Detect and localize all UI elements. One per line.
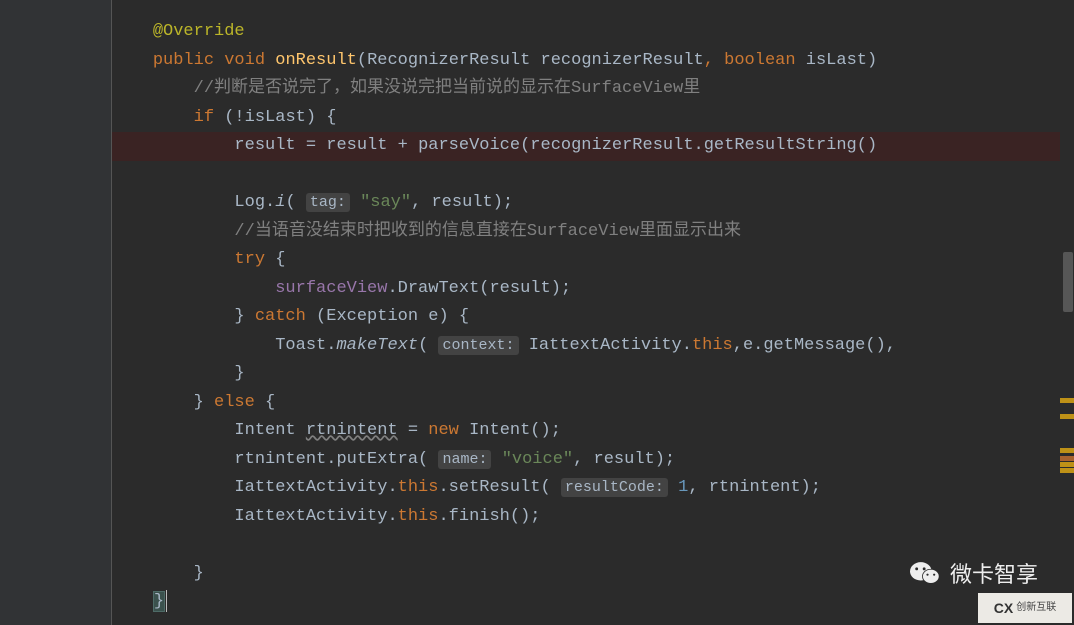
keyword-public: public — [153, 51, 214, 70]
watermark-text: 微卡智享 — [950, 557, 1038, 589]
code-editor[interactable]: @Override public void onResult(Recognize… — [0, 0, 1074, 625]
scroll-thumb[interactable] — [1063, 252, 1073, 312]
matching-brace: } — [153, 591, 165, 612]
param-name: isLast — [806, 51, 867, 70]
string-literal: "say" — [360, 193, 411, 212]
comment: //判断是否说完了，如果没说完把当前说的显示在SurfaceView里 — [194, 79, 701, 98]
wechat-watermark: 微卡智享 — [910, 557, 1038, 589]
warning-marker[interactable] — [1060, 414, 1074, 419]
warning-marker[interactable] — [1060, 448, 1074, 453]
keyword-this: this — [692, 336, 733, 355]
field-surfaceview: surfaceView — [275, 279, 387, 298]
string-literal: "voice" — [502, 450, 573, 469]
gutter — [0, 0, 112, 625]
keyword-else: else — [214, 393, 255, 412]
code-line: Log.i( tag: "say", result); — [112, 189, 1074, 218]
keyword-if: if — [194, 108, 214, 127]
static-method: makeText — [336, 336, 418, 355]
keyword-try: try — [234, 250, 265, 269]
param-hint-tag: tag: — [306, 193, 350, 212]
code-line: try { — [112, 246, 1074, 275]
condition: (!isLast) { — [224, 108, 336, 127]
variable: result — [326, 136, 387, 155]
method-name: onResult — [275, 51, 357, 70]
annotation-override: @Override — [153, 22, 245, 41]
param-hint-name: name: — [438, 450, 491, 469]
code-line: public void onResult(RecognizerResult re… — [112, 47, 1074, 76]
variable: result — [234, 136, 295, 155]
code-line-cursor: } — [112, 588, 1074, 617]
code-line-empty — [112, 531, 1074, 560]
highlighted-code-line: result = result + parseVoice(recognizerR… — [112, 132, 1074, 161]
variable-rtnintent: rtnintent — [306, 421, 398, 440]
code-line: rtnintent.putExtra( name: "voice", resul… — [112, 446, 1074, 475]
corner-brand-logo: CX 创新互联 — [978, 593, 1072, 623]
keyword-void: void — [224, 51, 265, 70]
param-hint-resultcode: resultCode: — [561, 478, 668, 497]
code-line: surfaceView.DrawText(result); — [112, 275, 1074, 304]
type-intent: Intent — [234, 421, 305, 440]
param-name: recognizerResult — [541, 51, 704, 70]
code-area[interactable]: @Override public void onResult(Recognize… — [112, 0, 1074, 625]
warning-marker[interactable] — [1060, 456, 1074, 461]
keyword-catch: catch — [255, 307, 306, 326]
wechat-icon — [910, 560, 940, 586]
code-line: Toast.makeText( context: IattextActivity… — [112, 332, 1074, 361]
log-method: i — [275, 193, 285, 212]
warning-marker[interactable] — [1060, 398, 1074, 403]
number-literal: 1 — [678, 478, 688, 497]
warning-marker[interactable] — [1060, 462, 1074, 467]
code-line: //当语音没结束时把收到的信息直接在SurfaceView里面显示出来 — [112, 218, 1074, 247]
warning-marker[interactable] — [1060, 468, 1074, 473]
code-line: } — [112, 360, 1074, 389]
keyword-this: this — [398, 507, 439, 526]
code-line: IattextActivity.this.finish(); — [112, 503, 1074, 532]
param-type: RecognizerResult — [367, 51, 530, 70]
code-line-empty — [112, 161, 1074, 190]
param-hint-context: context: — [438, 336, 518, 355]
code-line: if (!isLast) { — [112, 104, 1074, 133]
brand-mark: CX — [994, 600, 1013, 616]
code-line: } catch (Exception e) { — [112, 303, 1074, 332]
code-line: @Override — [112, 18, 1074, 47]
text-cursor — [166, 590, 167, 612]
keyword-new: new — [428, 421, 459, 440]
code-line: //判断是否说完了，如果没说完把当前说的显示在SurfaceView里 — [112, 75, 1074, 104]
log-class: Log — [234, 193, 265, 212]
code-line: Intent rtnintent = new Intent(); — [112, 417, 1074, 446]
keyword-boolean: boolean — [724, 51, 795, 70]
keyword-this: this — [398, 478, 439, 497]
code-line: IattextActivity.this.setResult( resultCo… — [112, 474, 1074, 503]
comment: //当语音没结束时把收到的信息直接在SurfaceView里面显示出来 — [234, 222, 741, 241]
scrollbar[interactable] — [1060, 0, 1074, 625]
code-line: } else { — [112, 389, 1074, 418]
